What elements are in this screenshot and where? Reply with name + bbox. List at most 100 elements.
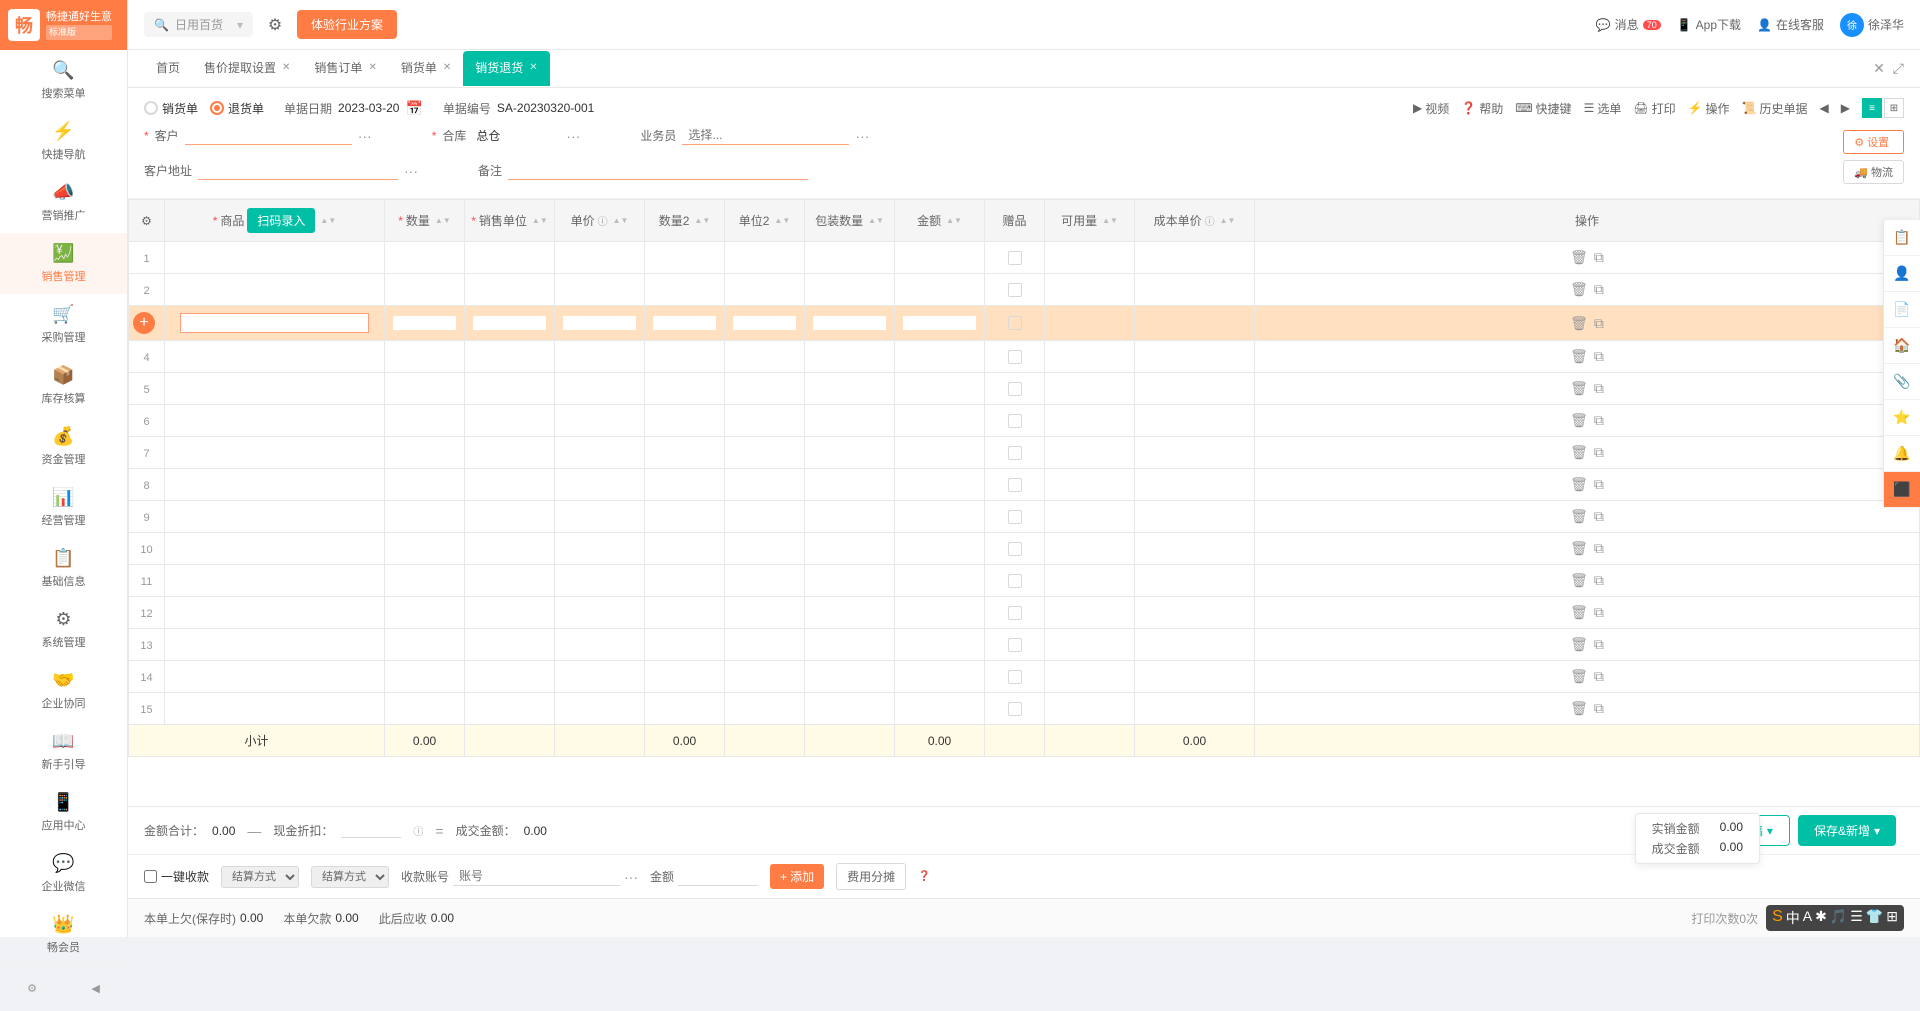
right-tool-attach[interactable]: 📎	[1884, 364, 1920, 400]
product-input[interactable]	[180, 249, 370, 267]
product-input[interactable]	[180, 412, 370, 430]
sidebar-item-purchase[interactable]: 🛒 采购管理	[0, 294, 127, 355]
copy-row-btn[interactable]: ⧉	[1594, 700, 1604, 717]
pack-qty-input[interactable]	[813, 350, 886, 364]
grid-table-btn[interactable]: ⊞	[1884, 98, 1904, 118]
quantity-input[interactable]	[393, 414, 457, 428]
price-sort-icon[interactable]: ▲▼	[613, 216, 629, 225]
qty2-input[interactable]	[653, 510, 717, 524]
qty2-input[interactable]	[653, 382, 717, 396]
unit-input[interactable]	[473, 638, 546, 652]
price-input[interactable]	[563, 316, 636, 330]
product-input[interactable]	[180, 540, 370, 558]
shortcut-btn[interactable]: ⌨ 快捷键	[1515, 100, 1571, 117]
copy-row-btn[interactable]: ⧉	[1594, 444, 1604, 461]
unit2-input[interactable]	[733, 446, 797, 460]
copy-row-btn[interactable]: ⧉	[1594, 249, 1604, 266]
quantity-input[interactable]	[393, 251, 457, 265]
price-input[interactable]	[563, 542, 636, 556]
nav-prev[interactable]: ◀	[1820, 101, 1829, 115]
delete-row-btn[interactable]: 🗑	[1570, 348, 1588, 365]
select-btn[interactable]: ☰ 选单	[1584, 100, 1622, 117]
qty2-input[interactable]	[653, 478, 717, 492]
delete-row-btn[interactable]: 🗑	[1570, 636, 1588, 653]
calc-method-select2[interactable]: 结算方式	[311, 866, 389, 888]
delete-row-btn[interactable]: 🗑	[1570, 700, 1588, 717]
sidebar-item-wechat[interactable]: 💬 企业微信	[0, 843, 127, 904]
unit-input[interactable]	[473, 446, 546, 460]
price-input[interactable]	[563, 510, 636, 524]
customer-input[interactable]	[185, 126, 352, 145]
window-expand-icon[interactable]: ⤢	[1893, 60, 1904, 77]
sidebar-item-sales[interactable]: 💹 销售管理	[0, 233, 127, 294]
quantity-input[interactable]	[393, 478, 457, 492]
tab-close-return[interactable]: ✕	[529, 62, 537, 73]
amount-cell-input[interactable]	[903, 382, 976, 396]
right-tool-home[interactable]: 🏠	[1884, 328, 1920, 364]
unit2-input[interactable]	[733, 574, 797, 588]
qty2-input[interactable]	[653, 350, 717, 364]
copy-row-btn[interactable]: ⧉	[1594, 348, 1604, 365]
grid-list-btn[interactable]: ≡	[1862, 98, 1882, 118]
unit2-input[interactable]	[733, 478, 797, 492]
unit-input[interactable]	[473, 670, 546, 684]
print-tool-8[interactable]: ⊞	[1886, 908, 1898, 928]
qty2-input[interactable]	[653, 702, 717, 716]
price-input[interactable]	[563, 446, 636, 460]
remark-input[interactable]	[508, 161, 808, 180]
avail-sort-icon[interactable]: ▲▼	[1102, 216, 1118, 225]
qty2-input[interactable]	[653, 670, 717, 684]
unit2-input[interactable]	[733, 251, 797, 265]
amount-cell-input[interactable]	[903, 606, 976, 620]
pack-qty-input[interactable]	[813, 670, 886, 684]
delete-row-btn[interactable]: 🗑	[1570, 508, 1588, 525]
unit2-input[interactable]	[733, 702, 797, 716]
sidebar-item-shortcuts[interactable]: ⚡ 快捷导航	[0, 111, 127, 172]
pack-qty-input[interactable]	[813, 478, 886, 492]
app-download-btn[interactable]: 📱 App下载	[1677, 16, 1741, 33]
window-close-icon[interactable]: ✕	[1873, 60, 1885, 77]
gift-checkbox[interactable]	[1008, 638, 1022, 652]
warehouse-select-btn[interactable]: ···	[566, 128, 580, 144]
gift-checkbox[interactable]	[1008, 542, 1022, 556]
unit-sort-icon[interactable]: ▲▼	[532, 216, 548, 225]
pack-qty-input[interactable]	[813, 446, 886, 460]
unit-input[interactable]	[473, 606, 546, 620]
qty2-input[interactable]	[653, 638, 717, 652]
delete-row-btn[interactable]: 🗑	[1570, 540, 1588, 557]
cash-discount-input[interactable]	[341, 823, 401, 838]
unit2-input[interactable]	[733, 283, 797, 297]
quantity-input[interactable]	[393, 510, 457, 524]
sidebar-item-inventory[interactable]: 📦 库存核算	[0, 355, 127, 416]
qty-sort-icon[interactable]: ▲▼	[435, 216, 451, 225]
pack-qty-input[interactable]	[813, 638, 886, 652]
print-tool-4[interactable]: ✱	[1815, 908, 1827, 928]
price-input[interactable]	[563, 251, 636, 265]
pack-qty-input[interactable]	[813, 510, 886, 524]
gift-checkbox[interactable]	[1008, 382, 1022, 396]
history-btn[interactable]: 📜 历史单据	[1742, 100, 1808, 117]
pack-qty-input[interactable]	[813, 382, 886, 396]
product-input[interactable]	[180, 668, 370, 686]
tab-price-settings[interactable]: 售价提取设置 ✕	[192, 51, 302, 86]
qty2-input[interactable]	[653, 283, 717, 297]
pack-qty-input[interactable]	[813, 702, 886, 716]
unit-input[interactable]	[473, 542, 546, 556]
help-btn[interactable]: ❓ 帮助	[1461, 100, 1503, 117]
amount-cell-input[interactable]	[903, 316, 976, 330]
gift-checkbox[interactable]	[1008, 350, 1022, 364]
unit2-input[interactable]	[733, 670, 797, 684]
unit-input[interactable]	[473, 414, 546, 428]
cost-info-icon[interactable]: ⓘ	[1205, 213, 1215, 228]
gift-checkbox[interactable]	[1008, 670, 1022, 684]
print-tool-7[interactable]: 👕	[1866, 908, 1883, 928]
address-select-btn[interactable]: ···	[404, 163, 418, 179]
delete-row-btn[interactable]: 🗑	[1570, 315, 1588, 332]
quantity-input[interactable]	[393, 382, 457, 396]
price-input[interactable]	[563, 350, 636, 364]
quantity-input[interactable]	[393, 670, 457, 684]
sidebar-item-guide[interactable]: 📖 新手引导	[0, 721, 127, 782]
amount-input[interactable]	[678, 867, 758, 886]
right-tool-grid[interactable]: ⬛	[1884, 472, 1920, 508]
tab-close-sales-order[interactable]: ✕	[368, 62, 376, 73]
